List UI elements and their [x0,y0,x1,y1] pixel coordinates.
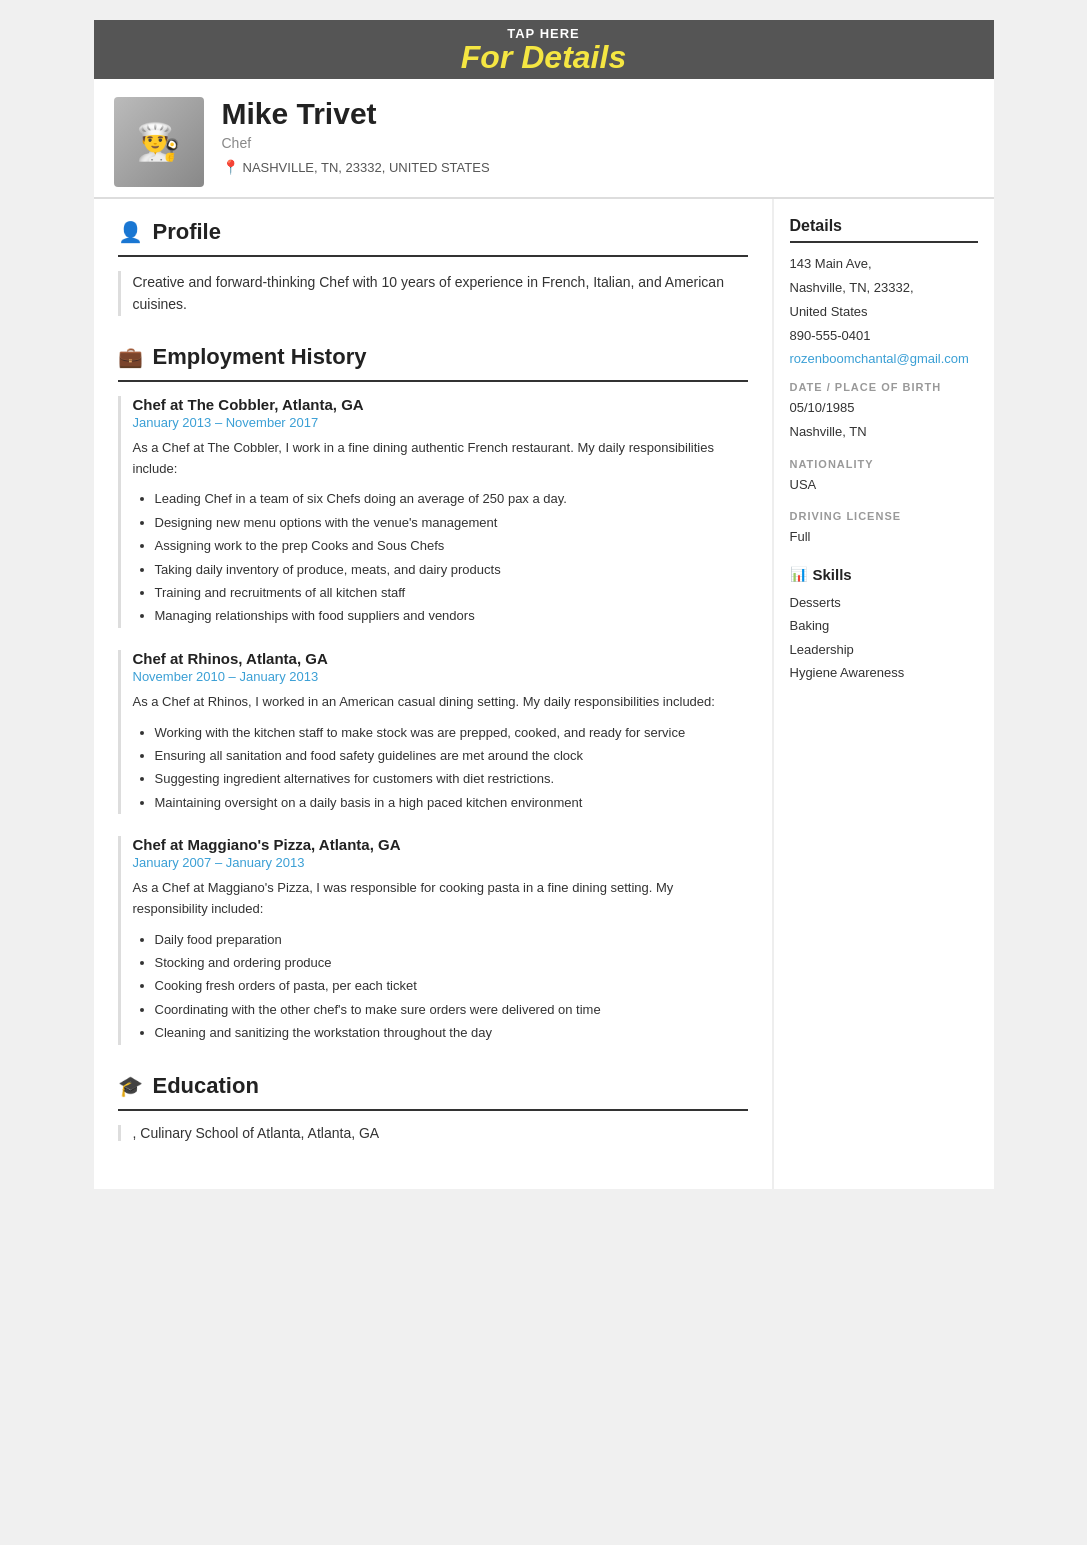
job-2-desc: As a Chef at Rhinos, I worked in an Amer… [133,692,748,713]
header-job-title: Chef [222,135,974,151]
job-1-dates: January 2013 – November 2017 [133,415,748,430]
list-item: Daily food preparation [155,928,748,951]
resume-page: TAP HERE For Details 👨‍🍳 Mike Trivet Che… [94,20,994,1189]
location-icon: 📍 [222,159,239,175]
nationality-label: NATIONALITY [790,458,978,470]
job-3-bullets: Daily food preparation Stocking and orde… [133,928,748,1045]
job-1-desc: As a Chef at The Cobbler, I work in a fi… [133,438,748,480]
skills-title: 📊 Skills [790,566,978,583]
license: Full [790,526,978,548]
education-block: , Culinary School of Atlanta, Atlanta, G… [118,1125,748,1141]
education-title-text: Education [153,1073,259,1099]
skill-3: Leadership [790,638,978,661]
skills-icon: 📊 [790,566,807,582]
education-icon: 🎓 [118,1074,143,1098]
phone: 890-555-0401 [790,325,978,347]
for-details-text: For Details [94,41,994,73]
email-link[interactable]: rozenboomchantal@gmail.com [790,351,969,366]
job-1-bullets: Leading Chef in a team of six Chefs doin… [133,487,748,627]
education-item: , Culinary School of Atlanta, Atlanta, G… [133,1125,748,1141]
profile-icon: 👤 [118,220,143,244]
skill-2: Baking [790,614,978,637]
employment-title-text: Employment History [153,344,367,370]
list-item: Taking daily inventory of produce, meats… [155,558,748,581]
job-3-title: Chef at Maggiano's Pizza, Atlanta, GA [133,836,748,853]
education-section-title: 🎓 Education [118,1073,748,1099]
main-layout: 👤 Profile Creative and forward-thinking … [94,199,994,1189]
skills-label: Skills [813,566,852,583]
list-item: Working with the kitchen staff to make s… [155,721,748,744]
education-section: 🎓 Education , Culinary School of Atlanta… [118,1073,748,1141]
list-item: Managing relationships with food supplie… [155,604,748,627]
profile-text: Creative and forward-thinking Chef with … [118,271,748,316]
profile-divider [118,255,748,257]
job-3-dates: January 2007 – January 2013 [133,855,748,870]
profile-section-title: 👤 Profile [118,219,748,245]
license-label: DRIVING LICENSE [790,510,978,522]
list-item: Designing new menu options with the venu… [155,511,748,534]
profile-title-text: Profile [153,219,221,245]
tap-banner[interactable]: TAP HERE For Details [94,20,994,79]
details-title: Details [790,217,978,243]
resume-header: 👨‍🍳 Mike Trivet Chef 📍 NASHVILLE, TN, 23… [94,79,994,199]
list-item: Training and recruitments of all kitchen… [155,581,748,604]
dob-place: Nashville, TN [790,421,978,443]
employment-section: 💼 Employment History Chef at The Cobbler… [118,344,748,1045]
job-3: Chef at Maggiano's Pizza, Atlanta, GA Ja… [118,836,748,1045]
avatar-placeholder: 👨‍🍳 [114,97,204,187]
job-2: Chef at Rhinos, Atlanta, GA November 201… [118,650,748,814]
job-1-title: Chef at The Cobbler, Atlanta, GA [133,396,748,413]
education-divider [118,1109,748,1111]
job-2-bullets: Working with the kitchen staff to make s… [133,721,748,815]
job-3-desc: As a Chef at Maggiano's Pizza, I was res… [133,878,748,920]
employment-icon: 💼 [118,345,143,369]
header-location: 📍 NASHVILLE, TN, 23332, UNITED STATES [222,159,974,175]
list-item: Cooking fresh orders of pasta, per each … [155,974,748,997]
nationality: USA [790,474,978,496]
list-item: Stocking and ordering produce [155,951,748,974]
right-column: Details 143 Main Ave, Nashville, TN, 233… [774,199,994,702]
dob: 05/10/1985 [790,397,978,419]
avatar: 👨‍🍳 [114,97,204,187]
employment-divider [118,380,748,382]
list-item: Suggesting ingredient alternatives for c… [155,767,748,790]
list-item: Maintaining oversight on a daily basis i… [155,791,748,814]
dob-label: DATE / PLACE OF BIRTH [790,381,978,393]
list-item: Coordinating with the other chef's to ma… [155,998,748,1021]
job-1: Chef at The Cobbler, Atlanta, GA January… [118,396,748,628]
left-column: 👤 Profile Creative and forward-thinking … [94,199,774,1189]
address-line1: 143 Main Ave, [790,253,978,275]
list-item: Cleaning and sanitizing the workstation … [155,1021,748,1044]
list-item: Leading Chef in a team of six Chefs doin… [155,487,748,510]
header-info: Mike Trivet Chef 📍 NASHVILLE, TN, 23332,… [222,97,974,187]
address-line3: United States [790,301,978,323]
profile-section: 👤 Profile Creative and forward-thinking … [118,219,748,316]
job-2-dates: November 2010 – January 2013 [133,669,748,684]
address-line2: Nashville, TN, 23332, [790,277,978,299]
skill-4: Hygiene Awareness [790,661,978,684]
list-item: Assigning work to the prep Cooks and Sou… [155,534,748,557]
list-item: Ensuring all sanitation and food safety … [155,744,748,767]
skill-1: Desserts [790,591,978,614]
location-text: NASHVILLE, TN, 23332, UNITED STATES [243,160,490,175]
header-name: Mike Trivet [222,97,974,131]
job-2-title: Chef at Rhinos, Atlanta, GA [133,650,748,667]
employment-section-title: 💼 Employment History [118,344,748,370]
